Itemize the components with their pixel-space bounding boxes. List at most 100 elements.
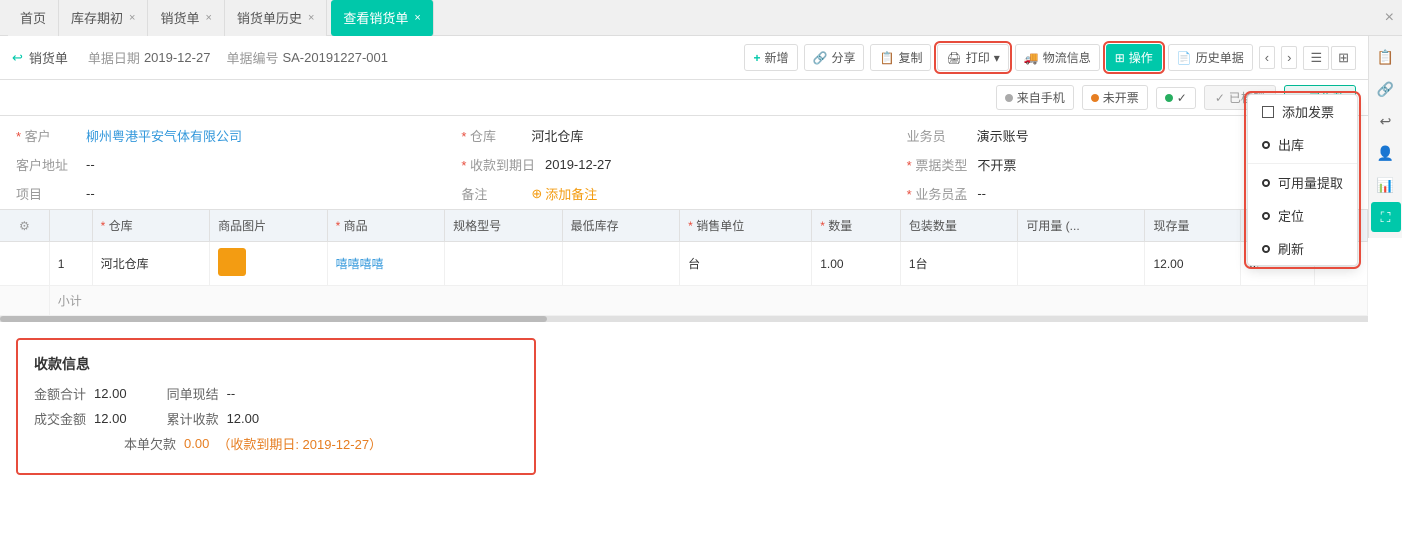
customer-value[interactable]: 柳州粤港平安气体有限公司	[86, 126, 242, 145]
dropdown-locate[interactable]: 定位	[1248, 199, 1357, 232]
outbound-icon	[1262, 141, 1270, 149]
transaction-amount-label: 成交金额	[34, 409, 86, 428]
bill-type-value: 不开票	[977, 155, 1016, 174]
tab-inventory[interactable]: 库存期初 ×	[59, 0, 148, 36]
sidebar-icon-6[interactable]: ⛶	[1371, 202, 1401, 232]
close-view-sales-tab[interactable]: ×	[414, 12, 420, 24]
product-table: ⚙ 仓库 商品图片 商品 规格型号 最低库存 销售单位 数量 包装数量 可用量 …	[0, 209, 1368, 322]
history-button[interactable]: 📄 历史单据	[1168, 44, 1253, 71]
tab-bar: 首页 库存期初 × 销货单 × 销货单历史 × 查看销货单 × ×	[0, 0, 1402, 36]
subtotal-row: 小计	[0, 286, 1368, 316]
same-order-item: 同单现结 --	[167, 384, 236, 403]
sidebar-icon-5[interactable]: 📊	[1371, 170, 1401, 200]
right-sidebar: 📋 🔗 ↩ 👤 📊 ⛶	[1368, 36, 1402, 238]
dropdown-add-invoice[interactable]: 添加发票	[1248, 95, 1357, 128]
col-settings[interactable]: ⚙	[0, 210, 49, 242]
same-order-label: 同单现结	[167, 384, 219, 403]
payment-date-field: 收款到期日 2019-12-27	[461, 155, 906, 174]
note-field: 备注 ⊕ 添加备注	[461, 184, 906, 203]
note-label: 备注	[461, 184, 521, 203]
available-qty-icon	[1262, 179, 1270, 187]
total-amount-value: 12.00	[94, 386, 127, 401]
tab-view-sales[interactable]: 查看销货单 ×	[331, 0, 433, 36]
grid-view-btn[interactable]: ⊞	[1331, 46, 1356, 70]
balance-value: 0.00	[184, 436, 209, 451]
dropdown-available-qty[interactable]: 可用量提取	[1248, 166, 1357, 199]
prev-record[interactable]: ‹	[1259, 46, 1275, 69]
row-settings[interactable]	[0, 242, 49, 286]
payment-info-row-1: 金额合计 12.00 同单现结 --	[34, 384, 518, 403]
salesperson-value: --	[977, 186, 986, 201]
row-current-stock: 12.00	[1145, 242, 1241, 286]
row-product[interactable]: 嘻嘻嘻嘻	[327, 242, 445, 286]
row-available	[1018, 242, 1145, 286]
from-phone-btn[interactable]: 来自手机	[996, 85, 1074, 110]
next-record[interactable]: ›	[1281, 46, 1297, 69]
add-invoice-icon	[1262, 106, 1274, 118]
table-body: 1 河北仓库 嘻嘻嘻嘻 台 1.00 1台 12.00 0.	[0, 242, 1368, 316]
copy-button[interactable]: 📋 复制	[870, 44, 931, 71]
table-row: 1 河北仓库 嘻嘻嘻嘻 台 1.00 1台 12.00 0.	[0, 242, 1368, 286]
document-type: ↩ 销货单	[12, 48, 68, 67]
warehouse-value: 河北仓库	[531, 126, 583, 145]
close-inventory-tab[interactable]: ×	[129, 12, 135, 24]
balance-label: 本单欠款	[124, 434, 176, 453]
customer-field: 客户 柳州粤港平安气体有限公司	[16, 126, 461, 145]
form-row-3: 项目 -- 备注 ⊕ 添加备注 业务员孟 --	[0, 184, 1368, 209]
toolbar-actions: + 新增 🔗 分享 📋 复制 🖨 打印 ▾ 🚚	[744, 44, 1356, 71]
close-sales-history-tab[interactable]: ×	[308, 12, 314, 24]
col-product-img: 商品图片	[210, 210, 328, 242]
not-open-ticket-btn[interactable]: 未开票	[1082, 85, 1148, 110]
from-phone-dot	[1005, 94, 1013, 102]
balance-item: 本单欠款 0.00 （收款到期日: 2019-12-27）	[124, 434, 382, 453]
col-warehouse: 仓库	[92, 210, 210, 242]
sidebar-icon-3[interactable]: ↩	[1371, 106, 1401, 136]
tab-sales-history[interactable]: 销货单历史 ×	[225, 0, 327, 36]
main-toolbar: ↩ 销货单 单据日期 2019-12-27 单据编号 SA-20191227-0…	[0, 36, 1368, 80]
payment-date-value: 2019-12-27	[545, 157, 612, 172]
operator-value: 演示账号	[977, 126, 1029, 145]
sidebar-icon-2[interactable]: 🔗	[1371, 74, 1401, 104]
project-label: 项目	[16, 184, 76, 203]
not-open-dot	[1091, 94, 1099, 102]
tab-home[interactable]: 首页	[8, 0, 59, 36]
new-button[interactable]: + 新增	[744, 44, 797, 71]
operation-button[interactable]: ⊞ 操作	[1106, 44, 1162, 71]
total-amount-item: 金额合计 12.00	[34, 384, 127, 403]
doc-icon: ↩	[12, 50, 23, 66]
balance-note: （收款到期日: 2019-12-27）	[217, 434, 382, 453]
list-view-btn[interactable]: ☰	[1303, 46, 1329, 70]
bill-type-label: 票据类型	[907, 155, 968, 174]
secondary-toolbar: 来自手机 未开票 ✓ ✓ 已核销 ✓ 已生效	[0, 80, 1368, 116]
form-row-2: 客户地址 -- 收款到期日 2019-12-27 票据类型 不开票	[0, 155, 1368, 184]
col-quantity: 数量	[812, 210, 901, 242]
dropdown-divider	[1248, 163, 1357, 164]
share-button[interactable]: 🔗 分享	[804, 44, 865, 71]
tab-sales[interactable]: 销货单 ×	[148, 0, 224, 36]
row-quantity: 1.00	[812, 242, 901, 286]
logistics-button[interactable]: 🚚 物流信息	[1015, 44, 1100, 71]
dropdown-outbound[interactable]: 出库	[1248, 128, 1357, 161]
col-available: 可用量 (...	[1018, 210, 1145, 242]
payment-info-box: 收款信息 金额合计 12.00 同单现结 -- 成交金额 12.00	[16, 338, 536, 475]
document-meta: 单据日期 2019-12-27 单据编号 SA-20191227-001	[88, 48, 745, 67]
salesperson-label: 业务员孟	[907, 184, 968, 203]
dropdown-refresh[interactable]: 刷新	[1248, 232, 1357, 265]
locate-icon	[1262, 212, 1270, 220]
row-pack-qty: 1台	[900, 242, 1018, 286]
sidebar-icon-1[interactable]: 📋	[1371, 42, 1401, 72]
same-order-value: --	[227, 386, 236, 401]
number-label: 单据编号	[226, 48, 278, 67]
print-button[interactable]: 🖨 打印 ▾	[937, 44, 1008, 71]
sidebar-icon-4[interactable]: 👤	[1371, 138, 1401, 168]
total-amount-label: 金额合计	[34, 384, 86, 403]
col-num	[49, 210, 92, 242]
confirm-btn[interactable]: ✓	[1156, 87, 1196, 109]
subtotal-label: 小计	[49, 286, 1367, 316]
date-value: 2019-12-27	[144, 50, 211, 65]
close-sales-tab[interactable]: ×	[205, 12, 211, 24]
cumulative-payment-value: 12.00	[227, 411, 260, 426]
close-all-tabs[interactable]: ×	[1385, 9, 1394, 27]
add-note-btn[interactable]: ⊕ 添加备注	[531, 184, 597, 203]
col-product: 商品	[327, 210, 445, 242]
